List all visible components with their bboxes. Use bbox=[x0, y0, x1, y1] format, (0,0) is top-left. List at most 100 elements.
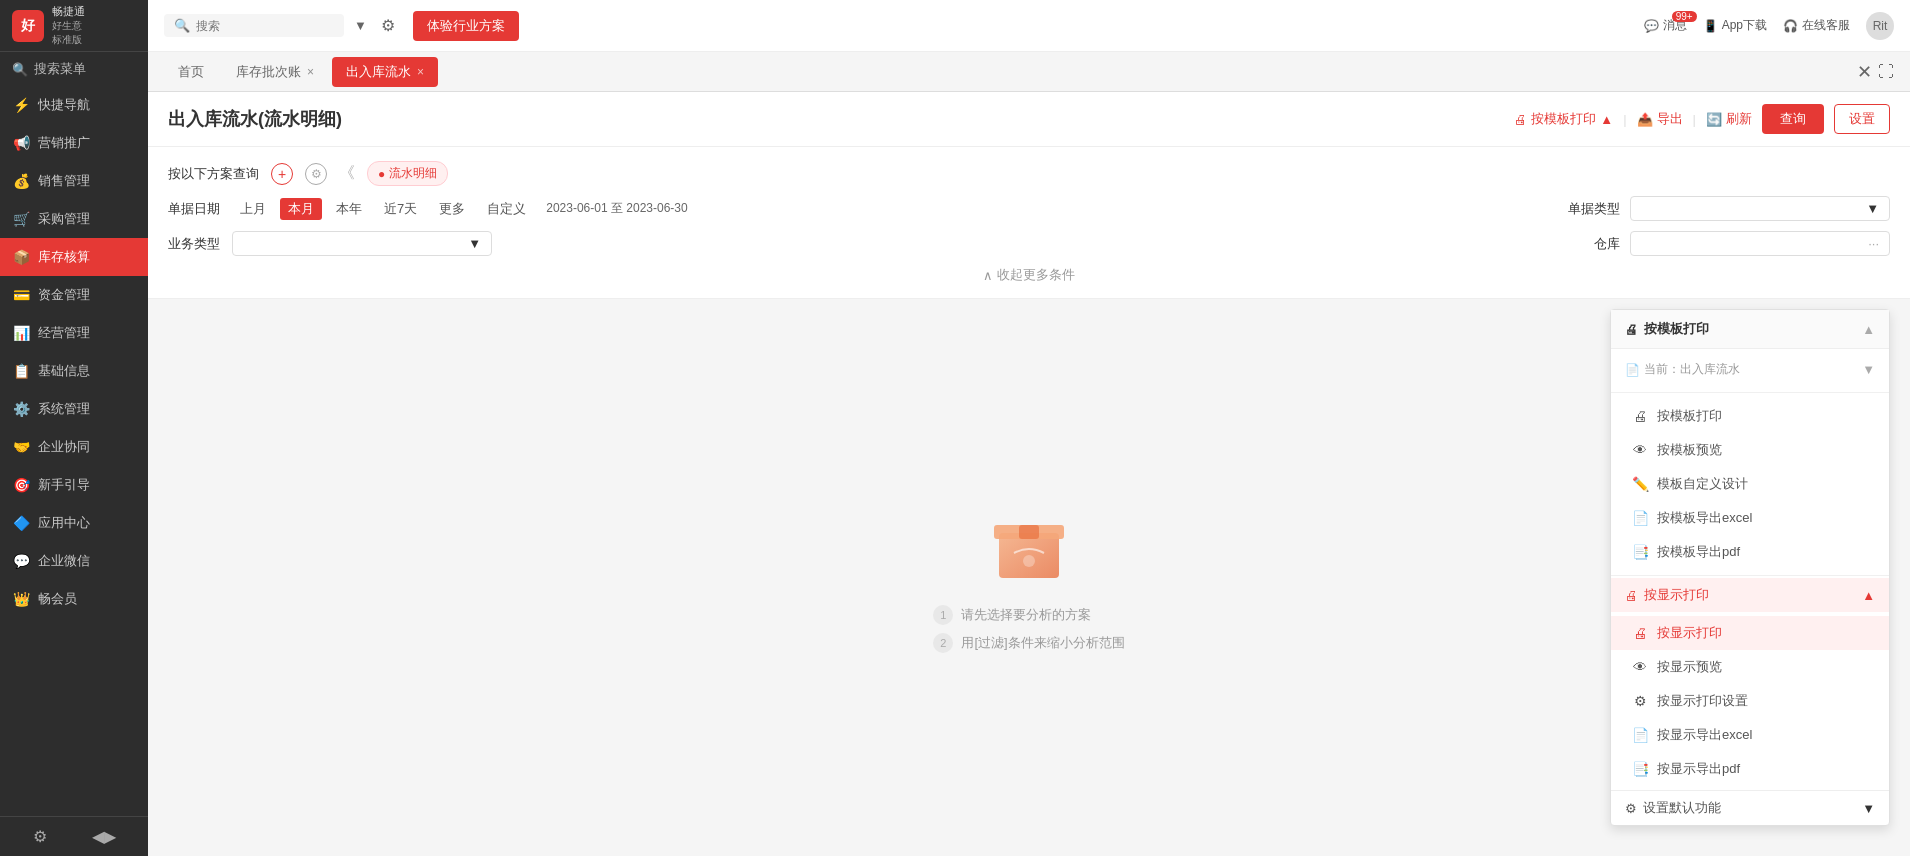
settings-button[interactable]: 设置 bbox=[1834, 104, 1890, 134]
logo-sub: 好生意 bbox=[52, 19, 85, 33]
date-btn-this-year[interactable]: 本年 bbox=[328, 198, 370, 220]
tab-flow-label: 出入库流水 bbox=[346, 63, 411, 81]
sidebar-item-label: 快捷导航 bbox=[38, 96, 90, 114]
display-preview-item[interactable]: 👁 按显示预览 bbox=[1611, 650, 1889, 684]
collapse-conditions-btn[interactable]: ∧ 收起更多条件 bbox=[983, 266, 1075, 284]
sidebar-item-inventory[interactable]: 📦 库存核算 bbox=[0, 238, 148, 276]
basic-info-icon: 📋 bbox=[12, 362, 30, 380]
finance-icon: 💳 bbox=[12, 286, 30, 304]
sidebar-scroll: ⚡ 快捷导航 📢 营销推广 💰 销售管理 🛒 采购管理 📦 库存核算 💳 bbox=[0, 86, 148, 816]
svg-point-3 bbox=[1023, 555, 1035, 567]
page-title: 出入库流水(流水明细) bbox=[168, 107, 342, 131]
filter-settings-button[interactable]: ⚙ bbox=[305, 163, 327, 185]
newbie-icon: 🎯 bbox=[12, 476, 30, 494]
page-header: 出入库流水(流水明细) 🖨 按模板打印 ▲ | 📤 导出 | 🔄 bbox=[148, 92, 1910, 147]
warehouse-dots[interactable]: ··· bbox=[1868, 236, 1879, 251]
sidebar-item-quick-nav[interactable]: ⚡ 快捷导航 bbox=[0, 86, 148, 124]
sidebar-item-operations[interactable]: 📊 经营管理 bbox=[0, 314, 148, 352]
topbar-search-input[interactable] bbox=[196, 19, 316, 33]
tab-batch-account-close[interactable]: × bbox=[307, 65, 314, 79]
tab-batch-account[interactable]: 库存批次账 × bbox=[222, 57, 328, 87]
collapse-label: 收起更多条件 bbox=[997, 266, 1075, 284]
filter-add-button[interactable]: + bbox=[271, 163, 293, 185]
sidebar-item-label: 采购管理 bbox=[38, 210, 90, 228]
refresh-button[interactable]: 🔄 刷新 bbox=[1706, 110, 1752, 128]
current-template-header: 📄 当前：出入库流水 ▼ bbox=[1611, 353, 1889, 386]
warehouse-select[interactable]: ··· bbox=[1630, 231, 1890, 256]
template-custom-design-item[interactable]: ✏️ 模板自定义设计 bbox=[1611, 467, 1889, 501]
template-export-pdf-item[interactable]: 📑 按模板导出pdf bbox=[1611, 535, 1889, 569]
type-select[interactable]: ▼ bbox=[1630, 196, 1890, 221]
date-range-display: 2023-06-01 至 2023-06-30 bbox=[546, 200, 687, 217]
topbar-dropdown-icon[interactable]: ▼ bbox=[354, 18, 367, 33]
divider-1 bbox=[1611, 392, 1889, 393]
type-label: 单据类型 bbox=[1568, 200, 1620, 218]
display-export-excel-item[interactable]: 📄 按显示导出excel bbox=[1611, 718, 1889, 752]
display-export-pdf-item[interactable]: 📑 按显示导出pdf bbox=[1611, 752, 1889, 786]
sidebar-item-membership[interactable]: 👑 畅会员 bbox=[0, 580, 148, 618]
industry-btn[interactable]: 体验行业方案 bbox=[413, 11, 519, 41]
empty-state-icon bbox=[984, 503, 1074, 593]
sidebar-item-app-center[interactable]: 🔷 应用中心 bbox=[0, 504, 148, 542]
display-pdf-icon: 📑 bbox=[1631, 761, 1649, 777]
sidebar-item-finance[interactable]: 💳 资金管理 bbox=[0, 276, 148, 314]
dropdown-footer[interactable]: ⚙ 设置默认功能 ▼ bbox=[1611, 790, 1889, 825]
settings-bottom-icon[interactable]: ⚙ bbox=[33, 827, 47, 846]
quick-nav-icon: ⚡ bbox=[12, 96, 30, 114]
tab-home-label: 首页 bbox=[178, 63, 204, 81]
display-print-item[interactable]: 🖨 按显示打印 bbox=[1611, 616, 1889, 650]
dropdown-collapse-icon[interactable]: ▲ bbox=[1862, 322, 1875, 337]
sidebar-item-marketing[interactable]: 📢 营销推广 bbox=[0, 124, 148, 162]
message-badge[interactable]: 💬 消息 99+ bbox=[1644, 17, 1687, 34]
date-filter: 上月 本月 本年 近7天 更多 自定义 2023-06-01 至 2023-06… bbox=[232, 198, 688, 220]
warehouse-label: 仓库 bbox=[1594, 235, 1620, 253]
tab-home[interactable]: 首页 bbox=[164, 57, 218, 87]
query-button[interactable]: 查询 bbox=[1762, 104, 1824, 134]
business-type-select[interactable]: ▼ bbox=[232, 231, 492, 256]
sidebar-item-sales[interactable]: 💰 销售管理 bbox=[0, 162, 148, 200]
user-avatar[interactable]: Rit bbox=[1866, 12, 1894, 40]
topbar-gear-icon[interactable]: ⚙ bbox=[381, 16, 395, 35]
date-btn-custom[interactable]: 自定义 bbox=[479, 198, 534, 220]
window-close-button[interactable]: ✕ bbox=[1857, 61, 1872, 83]
content-area: 1 请先选择要分析的方案 2 用[过滤]条件来缩小分析范围 🖨 按模板打印 bbox=[148, 299, 1910, 856]
sidebar-item-corp-collab[interactable]: 🤝 企业协同 bbox=[0, 428, 148, 466]
sidebar-search[interactable]: 🔍 搜索菜单 bbox=[0, 52, 148, 86]
filter-label: 按以下方案查询 bbox=[168, 165, 259, 183]
template-excel-icon: 📄 bbox=[1631, 510, 1649, 526]
date-btn-last-month[interactable]: 上月 bbox=[232, 198, 274, 220]
current-section: 📄 当前：出入库流水 ▼ bbox=[1611, 349, 1889, 390]
template-print-section: 🖨 按模板打印 👁 按模板预览 ✏️ 模板自定义设计 📄 按模板导出excel bbox=[1611, 395, 1889, 573]
sidebar-item-system[interactable]: ⚙️ 系统管理 bbox=[0, 390, 148, 428]
template-print-item[interactable]: 🖨 按模板打印 bbox=[1611, 399, 1889, 433]
template-print-icon: 🖨 bbox=[1631, 408, 1649, 424]
online-service-badge[interactable]: 🎧 在线客服 bbox=[1783, 17, 1850, 34]
sidebar-item-basic-info[interactable]: 📋 基础信息 bbox=[0, 352, 148, 390]
display-print-settings-item[interactable]: ⚙ 按显示打印设置 bbox=[1611, 684, 1889, 718]
template-preview-item[interactable]: 👁 按模板预览 bbox=[1611, 433, 1889, 467]
display-print-header[interactable]: 🖨 按显示打印 ▲ bbox=[1611, 578, 1889, 612]
sidebar-item-purchase[interactable]: 🛒 采购管理 bbox=[0, 200, 148, 238]
app-download-badge[interactable]: 📱 App下载 bbox=[1703, 17, 1767, 34]
display-settings-icon: ⚙ bbox=[1631, 693, 1649, 709]
filter-collapse-icon[interactable]: 《 bbox=[339, 163, 355, 184]
date-btn-more[interactable]: 更多 bbox=[431, 198, 473, 220]
corp-collab-icon: 🤝 bbox=[12, 438, 30, 456]
tab-flow[interactable]: 出入库流水 × bbox=[332, 57, 438, 87]
template-export-excel-item[interactable]: 📄 按模板导出excel bbox=[1611, 501, 1889, 535]
date-btn-this-month[interactable]: 本月 bbox=[280, 198, 322, 220]
date-btn-7days[interactable]: 近7天 bbox=[376, 198, 425, 220]
logo-icon: 好 bbox=[12, 10, 44, 42]
svg-rect-2 bbox=[1019, 525, 1039, 539]
sidebar-item-label: 销售管理 bbox=[38, 172, 90, 190]
tab-flow-close[interactable]: × bbox=[417, 65, 424, 79]
sidebar-item-label: 新手引导 bbox=[38, 476, 90, 494]
window-expand-button[interactable]: ⛶ bbox=[1878, 61, 1894, 83]
sidebar-item-corp-weixin[interactable]: 💬 企业微信 bbox=[0, 542, 148, 580]
collapse-sidebar-icon[interactable]: ◀▶ bbox=[92, 827, 116, 846]
export-button[interactable]: 📤 导出 bbox=[1637, 110, 1683, 128]
current-dropdown-icon: ▼ bbox=[1862, 362, 1875, 377]
sidebar-item-newbie[interactable]: 🎯 新手引导 bbox=[0, 466, 148, 504]
print-button[interactable]: 🖨 按模板打印 ▲ bbox=[1514, 110, 1613, 128]
page-header-right: 🖨 按模板打印 ▲ | 📤 导出 | 🔄 刷新 查询 设置 bbox=[1514, 104, 1890, 134]
